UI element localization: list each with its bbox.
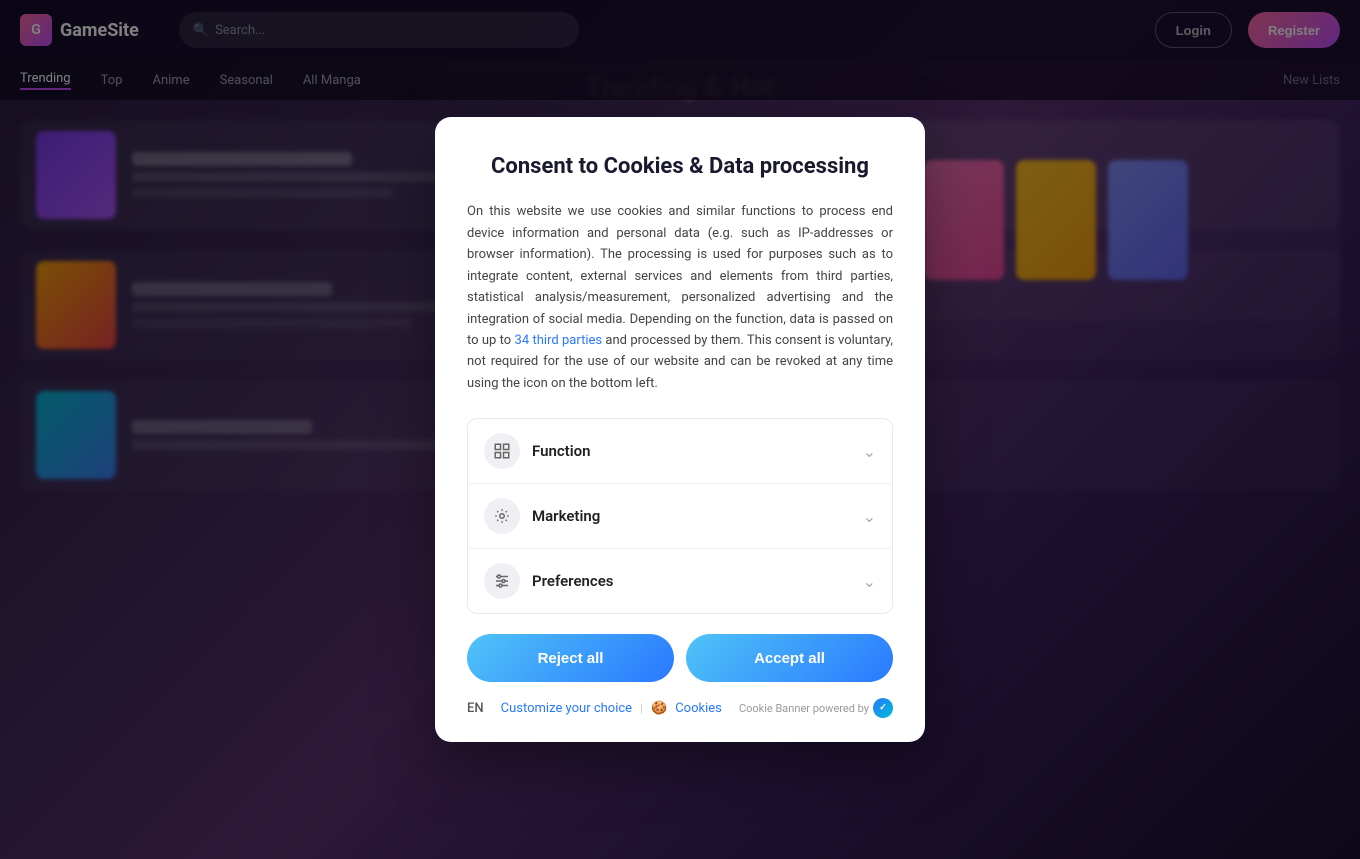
modal-title: Consent to Cookies & Data processing (467, 153, 893, 182)
cookies-link[interactable]: Cookies (675, 701, 722, 716)
powered-by-text: Cookie Banner powered by (739, 702, 869, 715)
consent-item-preferences[interactable]: Preferences ⌄ (468, 549, 892, 613)
cookies-icon: 🍪 (651, 701, 667, 716)
function-label: Function (532, 442, 590, 460)
consent-item-function[interactable]: Function ⌄ (468, 419, 892, 484)
function-icon (484, 433, 520, 469)
modal-body: On this website we use cookies and simil… (467, 201, 893, 394)
modal-overlay[interactable]: Consent to Cookies & Data processing On … (0, 0, 1360, 859)
marketing-chevron: ⌄ (863, 507, 876, 526)
third-parties-link[interactable]: 34 third parties (515, 333, 603, 348)
consent-item-marketing[interactable]: Marketing ⌄ (468, 484, 892, 549)
accept-all-button[interactable]: Accept all (686, 634, 893, 682)
consent-item-preferences-left: Preferences (484, 563, 614, 599)
modal-actions: Reject all Accept all (467, 634, 893, 682)
footer-center: Customize your choice | 🍪 Cookies (501, 701, 722, 716)
preferences-label: Preferences (532, 572, 614, 590)
modal-body-text: On this website we use cookies and simil… (467, 204, 893, 348)
consent-item-function-left: Function (484, 433, 590, 469)
language-selector[interactable]: EN (467, 701, 484, 716)
cookie-consent-modal: Consent to Cookies & Data processing On … (435, 117, 925, 743)
preferences-icon (484, 563, 520, 599)
footer-separator: | (640, 701, 643, 715)
reject-all-button[interactable]: Reject all (467, 634, 674, 682)
preferences-chevron: ⌄ (863, 572, 876, 591)
consent-items-list: Function ⌄ (467, 418, 893, 614)
customize-choice-link[interactable]: Customize your choice (501, 701, 632, 716)
powered-by: Cookie Banner powered by ✓ (739, 698, 893, 718)
cookie-banner-logo: ✓ (873, 698, 893, 718)
function-chevron: ⌄ (863, 442, 876, 461)
marketing-label: Marketing (532, 507, 600, 525)
marketing-icon (484, 498, 520, 534)
modal-footer: EN Customize your choice | 🍪 Cookies Coo… (467, 698, 893, 718)
consent-item-marketing-left: Marketing (484, 498, 600, 534)
